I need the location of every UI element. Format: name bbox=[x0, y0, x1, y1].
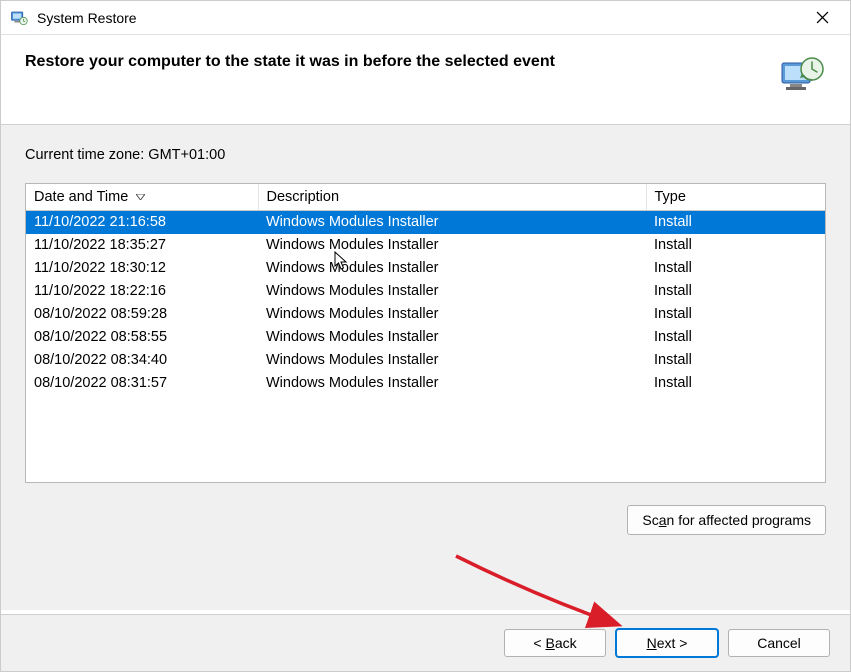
scan-affected-button[interactable]: Scan for affected programs bbox=[627, 505, 826, 535]
close-button[interactable] bbox=[802, 3, 842, 33]
window-title: System Restore bbox=[37, 10, 137, 26]
column-header-type-label: Type bbox=[655, 189, 686, 205]
cell-type: Install bbox=[646, 372, 825, 395]
table-row-empty bbox=[26, 441, 825, 464]
cell-description: Windows Modules Installer bbox=[258, 349, 646, 372]
cell-description: Windows Modules Installer bbox=[258, 280, 646, 303]
wizard-content: Current time zone: GMT+01:00 Date and Ti… bbox=[1, 125, 850, 610]
column-header-date-label: Date and Time bbox=[34, 189, 128, 205]
restore-points-table-container: Date and Time Description Type 1 bbox=[25, 183, 826, 483]
cell-type: Install bbox=[646, 234, 825, 257]
cell-date: 11/10/2022 18:22:16 bbox=[26, 280, 258, 303]
cell-type: Install bbox=[646, 303, 825, 326]
cell-date: 08/10/2022 08:31:57 bbox=[26, 372, 258, 395]
cell-date: 11/10/2022 21:16:58 bbox=[26, 211, 258, 234]
table-row[interactable]: 08/10/2022 08:58:55Windows Modules Insta… bbox=[26, 326, 825, 349]
cell-type: Install bbox=[646, 349, 825, 372]
table-row[interactable]: 11/10/2022 18:35:27Windows Modules Insta… bbox=[26, 234, 825, 257]
sort-descending-icon bbox=[136, 188, 145, 204]
cell-description: Windows Modules Installer bbox=[258, 303, 646, 326]
monitor-clock-icon bbox=[9, 8, 29, 28]
column-header-description-label: Description bbox=[267, 189, 340, 205]
column-header-type[interactable]: Type bbox=[646, 184, 825, 211]
cell-description: Windows Modules Installer bbox=[258, 326, 646, 349]
cell-description: Windows Modules Installer bbox=[258, 234, 646, 257]
restore-points-table[interactable]: Date and Time Description Type 1 bbox=[26, 184, 825, 483]
table-row[interactable]: 11/10/2022 18:30:12Windows Modules Insta… bbox=[26, 257, 825, 280]
table-row[interactable]: 11/10/2022 18:22:16Windows Modules Insta… bbox=[26, 280, 825, 303]
cell-date: 11/10/2022 18:30:12 bbox=[26, 257, 258, 280]
restore-watermark-icon bbox=[778, 53, 826, 104]
table-row[interactable]: 11/10/2022 21:16:58Windows Modules Insta… bbox=[26, 211, 825, 234]
table-row[interactable]: 08/10/2022 08:31:57Windows Modules Insta… bbox=[26, 372, 825, 395]
cell-description: Windows Modules Installer bbox=[258, 211, 646, 234]
cancel-button[interactable]: Cancel bbox=[728, 629, 830, 657]
table-row-empty bbox=[26, 418, 825, 441]
cell-type: Install bbox=[646, 326, 825, 349]
cell-description: Windows Modules Installer bbox=[258, 372, 646, 395]
timezone-label: Current time zone: GMT+01:00 bbox=[25, 147, 826, 163]
next-button[interactable]: Next > bbox=[616, 629, 718, 657]
back-button[interactable]: < Back bbox=[504, 629, 606, 657]
cell-type: Install bbox=[646, 257, 825, 280]
cell-type: Install bbox=[646, 211, 825, 234]
table-row-empty bbox=[26, 395, 825, 418]
cell-date: 11/10/2022 18:35:27 bbox=[26, 234, 258, 257]
cell-date: 08/10/2022 08:59:28 bbox=[26, 303, 258, 326]
wizard-footer: < Back Next > Cancel bbox=[1, 614, 850, 671]
wizard-header: Restore your computer to the state it wa… bbox=[1, 35, 850, 125]
cell-date: 08/10/2022 08:34:40 bbox=[26, 349, 258, 372]
titlebar: System Restore bbox=[1, 1, 850, 35]
column-header-description[interactable]: Description bbox=[258, 184, 646, 211]
table-row-empty bbox=[26, 464, 825, 484]
close-icon bbox=[816, 11, 829, 24]
table-row[interactable]: 08/10/2022 08:34:40Windows Modules Insta… bbox=[26, 349, 825, 372]
column-header-date[interactable]: Date and Time bbox=[26, 184, 258, 211]
page-heading: Restore your computer to the state it wa… bbox=[25, 53, 555, 71]
cell-type: Install bbox=[646, 280, 825, 303]
cell-date: 08/10/2022 08:58:55 bbox=[26, 326, 258, 349]
cell-description: Windows Modules Installer bbox=[258, 257, 646, 280]
system-restore-window: System Restore Restore your computer to … bbox=[0, 0, 851, 672]
table-row[interactable]: 08/10/2022 08:59:28Windows Modules Insta… bbox=[26, 303, 825, 326]
